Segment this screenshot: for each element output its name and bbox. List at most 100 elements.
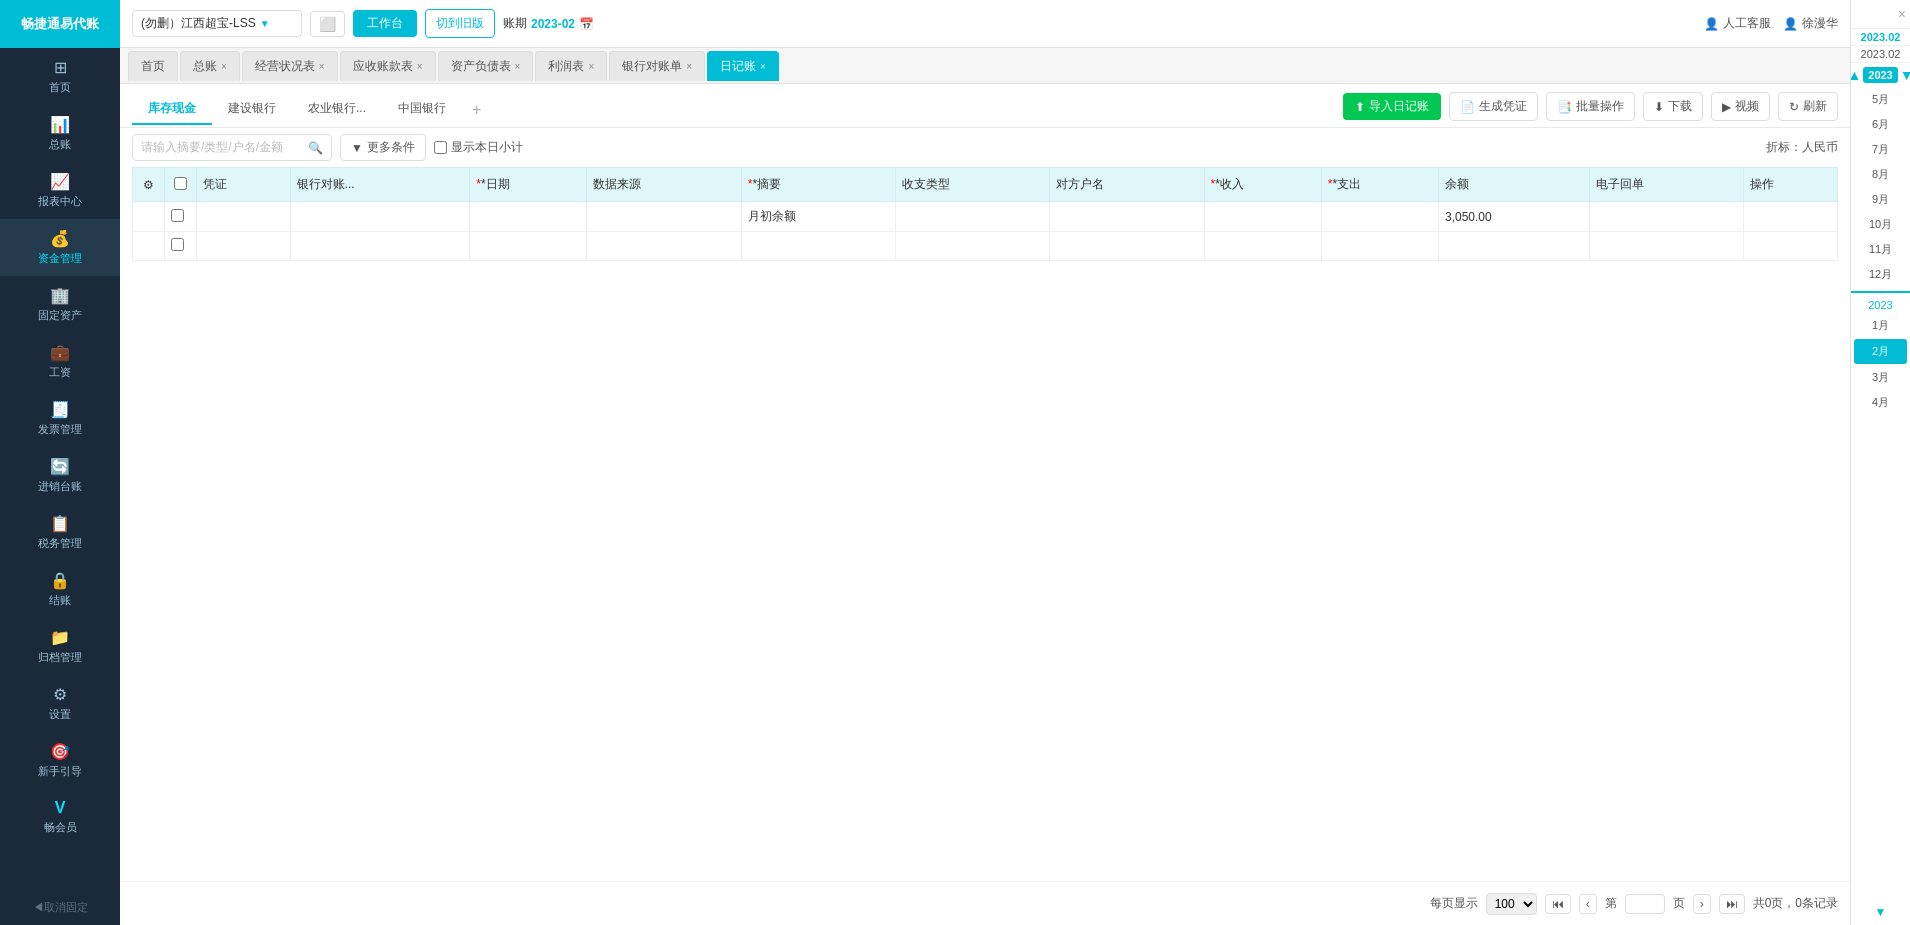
- tab-home[interactable]: 首页: [128, 51, 178, 81]
- close-tab-ledger[interactable]: ×: [221, 61, 227, 72]
- tab-profit[interactable]: 利润表 ×: [535, 51, 607, 81]
- row2-counterpart: [1050, 232, 1204, 261]
- page-number-input[interactable]: 1: [1625, 894, 1665, 914]
- sidebar-item-ledger[interactable]: 📊 总账: [0, 105, 120, 162]
- sub-tab-more-icon[interactable]: +: [462, 95, 491, 125]
- row1-action[interactable]: [1744, 202, 1838, 232]
- sub-tab-agriculture-bank[interactable]: 农业银行...: [292, 94, 382, 125]
- tab-business[interactable]: 经营状况表 ×: [242, 51, 338, 81]
- sub-tab-construction-bank[interactable]: 建设银行: [212, 94, 292, 125]
- more-filter-button[interactable]: ▼ 更多条件: [340, 134, 426, 161]
- sidebar-item-member[interactable]: V 畅会员: [0, 789, 120, 845]
- last-page-button[interactable]: ⏭: [1719, 894, 1745, 914]
- content-area: 库存现金 建设银行 农业银行... 中国银行 + ⬆ 导入日记账 📄 生成凭证 …: [120, 84, 1850, 925]
- close-panel-button[interactable]: ×: [1898, 6, 1906, 22]
- copy-button[interactable]: ⬜: [310, 11, 345, 37]
- tab-receivable[interactable]: 应收账款表 ×: [340, 51, 436, 81]
- tab-balance-sheet[interactable]: 资产负债表 ×: [438, 51, 534, 81]
- month-11[interactable]: 11月: [1851, 237, 1910, 262]
- close-tab-journal[interactable]: ×: [760, 61, 766, 72]
- sidebar-item-wages[interactable]: 💼 工资: [0, 333, 120, 390]
- close-tab-business[interactable]: ×: [319, 61, 325, 72]
- download-button[interactable]: ⬇ 下载: [1643, 92, 1703, 121]
- tab-bank-statement[interactable]: 银行对账单 ×: [609, 51, 705, 81]
- close-tab-balance[interactable]: ×: [515, 61, 521, 72]
- batch-operation-button[interactable]: 📑 批量操作: [1546, 92, 1635, 121]
- generate-voucher-button[interactable]: 📄 生成凭证: [1449, 92, 1538, 121]
- table-row: [133, 232, 1838, 261]
- customer-service[interactable]: 👤 人工客服: [1704, 15, 1771, 32]
- row1-checkbox[interactable]: [165, 202, 197, 232]
- sidebar-item-guide[interactable]: 🎯 新手引导: [0, 732, 120, 789]
- row2-checkbox[interactable]: [165, 232, 197, 261]
- year-next-button[interactable]: ▼: [1900, 67, 1910, 83]
- app-logo: 畅捷通易代账: [0, 0, 120, 48]
- month-1[interactable]: 1月: [1851, 313, 1910, 338]
- first-page-button[interactable]: ⏮: [1545, 894, 1571, 914]
- panel-nav-down[interactable]: ▼: [1851, 899, 1910, 925]
- col-data-source: 数据来源: [587, 168, 741, 202]
- user-profile[interactable]: 👤 徐漫华: [1783, 15, 1838, 32]
- close-tab-profit[interactable]: ×: [588, 61, 594, 72]
- sidebar-item-archive[interactable]: 📁 归档管理: [0, 618, 120, 675]
- daily-subtotal-checkbox[interactable]: [434, 141, 447, 154]
- period-row-current[interactable]: 2023.02: [1851, 29, 1910, 46]
- import-journal-button[interactable]: ⬆ 导入日记账: [1343, 93, 1441, 120]
- month-6[interactable]: 6月: [1851, 112, 1910, 137]
- year-divider: [1851, 291, 1910, 293]
- total-records: 共0页，0条记录: [1753, 895, 1838, 912]
- sidebar-item-purchase-sales[interactable]: 🔄 进销台账: [0, 447, 120, 504]
- month-5[interactable]: 5月: [1851, 87, 1910, 112]
- month-2[interactable]: 2月: [1854, 339, 1907, 364]
- month-8[interactable]: 8月: [1851, 162, 1910, 187]
- old-version-button[interactable]: 切到旧版: [425, 9, 495, 38]
- row2-action[interactable]: [1744, 232, 1838, 261]
- nav-down-icon[interactable]: ▼: [1875, 905, 1887, 919]
- sidebar-item-invoices[interactable]: 🧾 发票管理: [0, 390, 120, 447]
- sidebar-item-reports[interactable]: 📈 报表中心: [0, 162, 120, 219]
- show-daily-subtotal[interactable]: 显示本日小计: [434, 139, 523, 156]
- sidebar-item-funds[interactable]: 💰 资金管理: [0, 219, 120, 276]
- company-selector[interactable]: (勿删）江西超宝-LSS ▼: [132, 10, 302, 37]
- sidebar-item-settings[interactable]: ⚙ 设置: [0, 675, 120, 732]
- month-12[interactable]: 12月: [1851, 262, 1910, 287]
- search-icon[interactable]: 🔍: [308, 141, 323, 155]
- sidebar-item-label: 工资: [49, 365, 71, 380]
- month-9[interactable]: 9月: [1851, 187, 1910, 212]
- sidebar-item-close[interactable]: 🔒 结账: [0, 561, 120, 618]
- close-tab-receivable[interactable]: ×: [417, 61, 423, 72]
- sidebar-unpin[interactable]: ◀取消固定: [0, 890, 120, 925]
- voucher-icon: 📄: [1460, 100, 1475, 114]
- search-box[interactable]: 请输入摘要/类型/户名/金额 🔍: [132, 134, 332, 161]
- col-settings[interactable]: ⚙: [133, 168, 165, 202]
- year-prev-button[interactable]: ▲: [1850, 67, 1861, 83]
- month-3[interactable]: 3月: [1851, 365, 1910, 390]
- col-checkbox[interactable]: [165, 168, 197, 202]
- refresh-button[interactable]: ↻ 刷新: [1778, 92, 1838, 121]
- sidebar-item-tax[interactable]: 📋 税务管理: [0, 504, 120, 561]
- sub-tab-china-bank[interactable]: 中国银行: [382, 94, 462, 125]
- video-button[interactable]: ▶ 视频: [1711, 92, 1770, 121]
- sub-tab-cash[interactable]: 库存现金: [132, 94, 212, 125]
- row1-electronic: [1590, 202, 1744, 232]
- period-calendar-icon[interactable]: 📅: [579, 17, 594, 31]
- close-tab-bank[interactable]: ×: [686, 61, 692, 72]
- per-page-select[interactable]: 100 50 200: [1486, 893, 1537, 915]
- reports-icon: 📈: [50, 172, 70, 191]
- sidebar-item-home[interactable]: ⊞ 首页: [0, 48, 120, 105]
- next-page-button[interactable]: ›: [1693, 894, 1711, 914]
- month-7[interactable]: 7月: [1851, 137, 1910, 162]
- col-date: **日期: [470, 168, 587, 202]
- prev-page-button[interactable]: ‹: [1579, 894, 1597, 914]
- sidebar-item-label: 首页: [49, 80, 71, 95]
- tab-ledger[interactable]: 总账 ×: [180, 51, 240, 81]
- select-all-checkbox[interactable]: [174, 177, 187, 190]
- tab-journal[interactable]: 日记账 ×: [707, 51, 779, 81]
- workbench-button[interactable]: 工作台: [353, 10, 417, 37]
- month-10[interactable]: 10月: [1851, 212, 1910, 237]
- assets-icon: 🏢: [50, 286, 70, 305]
- sidebar-item-assets[interactable]: 🏢 固定资产: [0, 276, 120, 333]
- row1-date: [470, 202, 587, 232]
- month-4[interactable]: 4月: [1851, 390, 1910, 415]
- period-row-prev[interactable]: 2023.02: [1851, 46, 1910, 63]
